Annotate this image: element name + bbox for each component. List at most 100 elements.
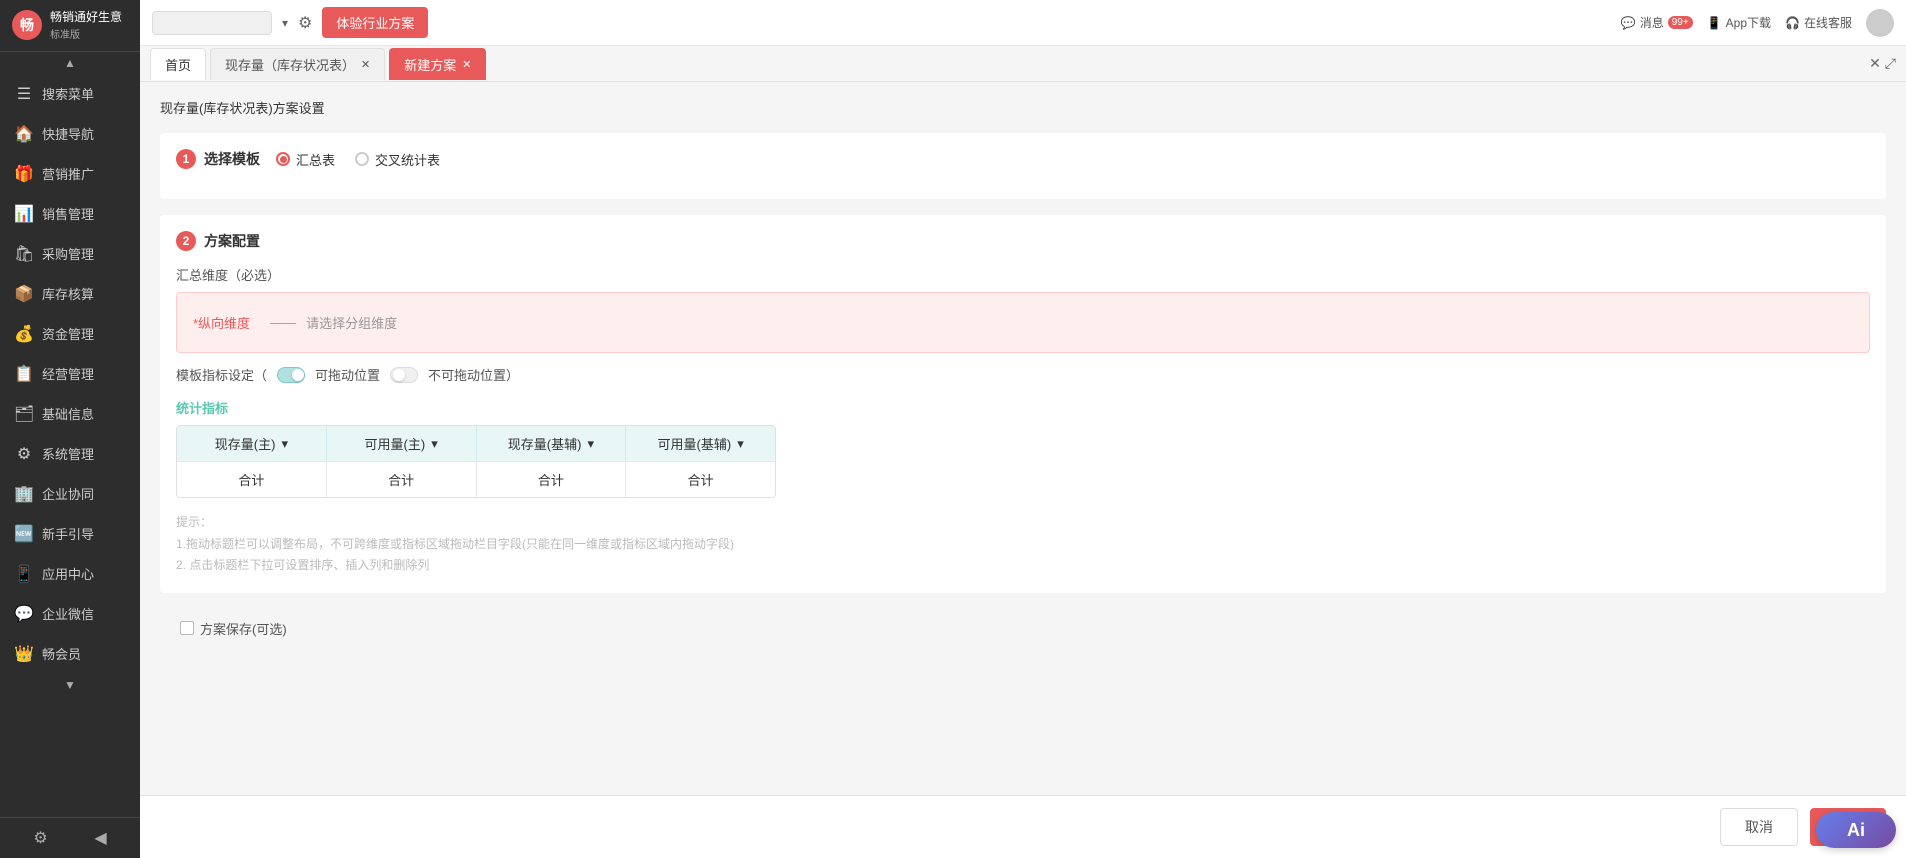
- app-edition: 标准版: [50, 26, 122, 41]
- sidebar-item-search-menu[interactable]: ☰ 搜索菜单: [0, 74, 140, 114]
- header-cell-3[interactable]: 可用量(基辅) ▾: [626, 426, 775, 461]
- topbar-search-input[interactable]: [152, 11, 272, 35]
- stats-table-row: 合计 合计 合计 合计: [177, 461, 775, 497]
- header-cell-1[interactable]: 可用量(主) ▾: [327, 426, 477, 461]
- sidebar: 畅 畅销通好生意 标准版 ▲ ☰ 搜索菜单 🏠 快捷导航 🎁 营销推广 📊 销售…: [0, 0, 140, 858]
- sidebar-item-member[interactable]: 👑 畅会员: [0, 634, 140, 674]
- cell-0: 合计: [177, 461, 327, 497]
- sidebar-item-basic-info[interactable]: 🗂 基础信息: [0, 394, 140, 434]
- sidebar-item-label: 库存核算: [42, 284, 94, 303]
- stats-table: 现存量(主) ▾ 可用量(主) ▾ 现存量(基辅) ▾ 可用量(基辅): [176, 425, 776, 498]
- dimension-dash: ——: [270, 315, 296, 330]
- tab-new-plan[interactable]: 新建方案 ✕: [389, 48, 486, 80]
- gear-icon: ⚙: [14, 444, 34, 464]
- stats-table-header: 现存量(主) ▾ 可用量(主) ▾ 现存量(基辅) ▾ 可用量(基辅): [177, 426, 775, 461]
- header-cell-2[interactable]: 现存量(基辅) ▾: [477, 426, 627, 461]
- app-download-label: App下载: [1726, 14, 1771, 31]
- sidebar-item-label: 营销推广: [42, 164, 94, 183]
- content-footer: 方案保存(可选): [160, 609, 1886, 648]
- home-icon: 🏠: [14, 124, 34, 144]
- cell-3: 合计: [626, 461, 775, 497]
- tab-inventory-close-btn[interactable]: ✕: [361, 58, 370, 71]
- radio-dot-summary: [276, 152, 290, 166]
- sidebar-item-purchase[interactable]: 🛍 采购管理: [0, 234, 140, 274]
- not-movable-label: 不可拖动位置）: [428, 365, 519, 384]
- dropdown-icon-3[interactable]: ▾: [737, 436, 744, 452]
- sidebar-item-label: 新手引导: [42, 524, 94, 543]
- radio-cross[interactable]: 交叉统计表: [355, 150, 440, 169]
- cancel-button[interactable]: 取消: [1720, 808, 1798, 846]
- sidebar-item-inventory[interactable]: 📦 库存核算: [0, 274, 140, 314]
- header-label-0: 现存量(主): [215, 434, 276, 453]
- expand-btn[interactable]: ⤢: [1885, 55, 1896, 72]
- tab-new-plan-label: 新建方案: [404, 55, 456, 74]
- dropdown-icon-2[interactable]: ▾: [587, 436, 594, 452]
- topbar-gear-btn[interactable]: ⚙: [298, 13, 312, 33]
- sidebar-item-new-guide[interactable]: 🆕 新手引导: [0, 514, 140, 554]
- tip-2: 2. 点击标题栏下拉可设置排序、插入列和删除列: [176, 555, 1870, 577]
- stats-section: 统计指标 现存量(主) ▾ 可用量(主) ▾ 现存量(基辅): [176, 398, 1870, 498]
- step2-section: 2 方案配置 汇总维度（必选） *纵向维度 —— 请选择分组维度 模板指标设定（…: [160, 215, 1886, 593]
- save-checkbox[interactable]: 方案保存(可选): [180, 619, 287, 638]
- money-icon: 💰: [14, 324, 34, 344]
- tab-home[interactable]: 首页: [150, 48, 206, 80]
- tips-title: 提示：: [176, 515, 212, 529]
- collapse-sidebar-btn[interactable]: ◀: [94, 828, 106, 848]
- sidebar-item-finance[interactable]: 💰 资金管理: [0, 314, 140, 354]
- step1-title: 选择模板: [204, 149, 260, 169]
- header-cell-0[interactable]: 现存量(主) ▾: [177, 426, 327, 461]
- radio-dot-cross: [355, 152, 369, 166]
- app-download-item[interactable]: 📱 App下载: [1707, 14, 1771, 31]
- sidebar-item-label: 经营管理: [42, 364, 94, 383]
- headset-icon: 🎧: [1785, 16, 1800, 30]
- messages-label: 消息: [1640, 14, 1664, 31]
- dimension-required-area[interactable]: *纵向维度 —— 请选择分组维度: [176, 292, 1870, 353]
- user-avatar[interactable]: [1866, 9, 1894, 37]
- sidebar-footer: ⚙ ◀: [0, 817, 140, 858]
- sidebar-item-operations[interactable]: 📋 经营管理: [0, 354, 140, 394]
- dimension-placeholder: 请选择分组维度: [306, 313, 397, 332]
- header-label-1: 可用量(主): [365, 434, 426, 453]
- not-movable-toggle: [390, 367, 418, 383]
- save-check-box[interactable]: [180, 621, 194, 635]
- radio-label-summary: 汇总表: [296, 150, 335, 169]
- tab-new-plan-close-btn[interactable]: ✕: [462, 58, 471, 71]
- sidebar-item-enterprise[interactable]: 🏢 企业协同: [0, 474, 140, 514]
- template-radio-group: 汇总表 交叉统计表: [276, 150, 440, 169]
- app-name: 畅销通好生意: [50, 10, 122, 26]
- building-icon: 🏢: [14, 484, 34, 504]
- tab-expand-btns: ✕ ⤢: [1869, 55, 1896, 72]
- sidebar-item-app-center[interactable]: 📱 应用中心: [0, 554, 140, 594]
- chat-icon: 💬: [14, 604, 34, 624]
- sidebar-scroll-up[interactable]: ▲: [0, 52, 140, 74]
- sidebar-item-label: 企业协同: [42, 484, 94, 503]
- settings-footer-btn[interactable]: ⚙: [33, 828, 47, 848]
- step1-header: 1 选择模板 汇总表 交叉统计表: [176, 149, 1870, 169]
- sidebar-item-quick-nav[interactable]: 🏠 快捷导航: [0, 114, 140, 154]
- topbar-dropdown-btn[interactable]: ▾: [282, 16, 288, 30]
- dropdown-icon-0[interactable]: ▾: [281, 436, 288, 452]
- sidebar-item-sales[interactable]: 📊 销售管理: [0, 194, 140, 234]
- sidebar-item-enterprise-wx[interactable]: 💬 企业微信: [0, 594, 140, 634]
- messages-item[interactable]: 💬 消息 99+: [1621, 14, 1693, 31]
- radio-summary[interactable]: 汇总表: [276, 150, 335, 169]
- tab-inventory-label: 现存量（库存状况表）: [225, 55, 355, 74]
- sidebar-item-system[interactable]: ⚙ 系统管理: [0, 434, 140, 474]
- main-area: ▾ ⚙ 体验行业方案 💬 消息 99+ 📱 App下载 🎧 在线客服 首页: [140, 0, 1906, 858]
- trial-btn[interactable]: 体验行业方案: [322, 7, 428, 38]
- movable-toggle[interactable]: [277, 367, 305, 383]
- dropdown-icon-1[interactable]: ▾: [431, 436, 438, 452]
- sidebar-item-label: 快捷导航: [42, 124, 94, 143]
- sidebar-item-label: 基础信息: [42, 404, 94, 423]
- action-bar: 取消 查询: [140, 795, 1906, 858]
- close-tab-btn[interactable]: ✕: [1869, 55, 1881, 72]
- online-service-item[interactable]: 🎧 在线客服: [1785, 14, 1852, 31]
- tab-inventory-status[interactable]: 现存量（库存状况表） ✕: [210, 48, 385, 80]
- sidebar-item-marketing[interactable]: 🎁 营销推广: [0, 154, 140, 194]
- logo-icon: 畅: [12, 10, 42, 40]
- sidebar-scroll-down[interactable]: ▼: [0, 674, 140, 696]
- folder-icon: 🗂: [14, 404, 34, 424]
- ai-float-button[interactable]: Ai: [1816, 812, 1896, 848]
- step1-badge: 1: [176, 149, 196, 169]
- tabbar: 首页 现存量（库存状况表） ✕ 新建方案 ✕ ✕ ⤢: [140, 46, 1906, 82]
